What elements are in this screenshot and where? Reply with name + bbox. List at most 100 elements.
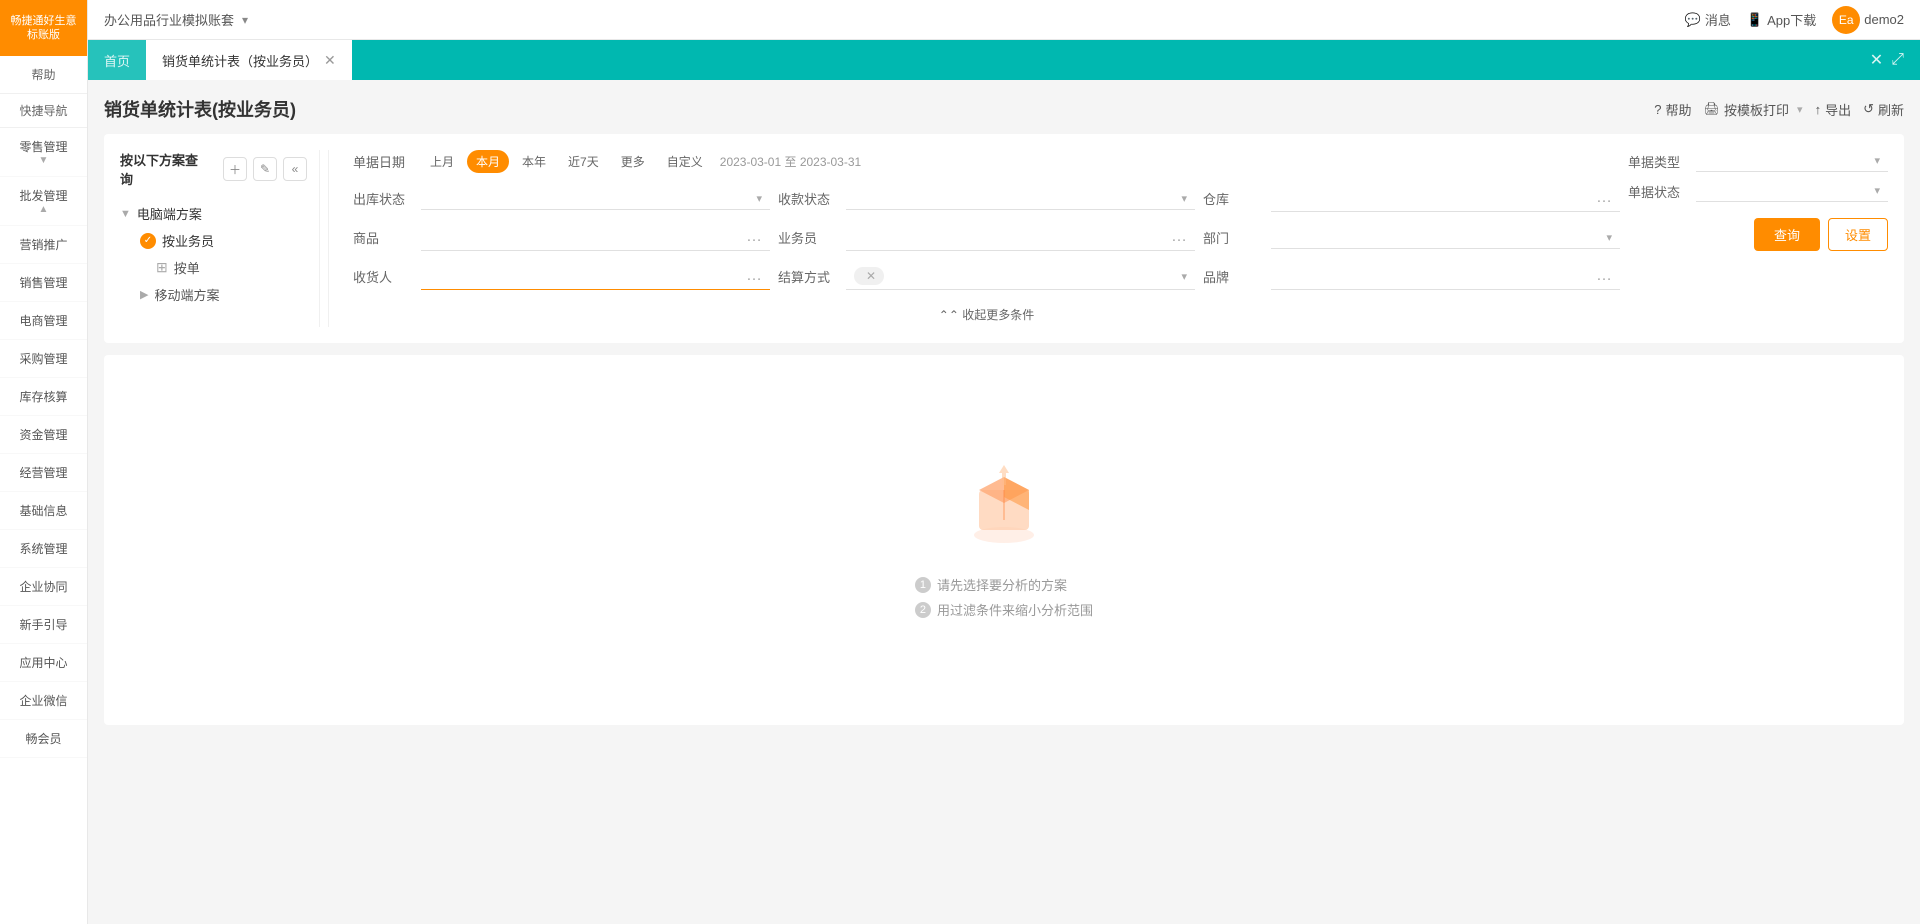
consignee-dots-icon[interactable]: … (746, 267, 762, 285)
filter-settlement: 结算方式 ✕ ▾ (778, 263, 1195, 290)
tree-desktop[interactable]: ▼ 电脑端方案 (120, 200, 307, 227)
sidebar-item-vip[interactable]: 畅会员 (0, 720, 87, 758)
collapse-row: ⌃⌃ 收起更多条件 (353, 302, 1620, 327)
filter-out-status: 出库状态 ▾ (353, 188, 770, 210)
collapse-label: 收起更多条件 (962, 308, 1034, 322)
doc-status-control[interactable]: ▾ (1696, 180, 1888, 202)
sidebar-item-wholesale[interactable]: 批发管理 ▲ (0, 177, 87, 226)
date-btn-this-year[interactable]: 本年 (513, 150, 555, 173)
industry-label: 办公用品行业模拟账套 (104, 10, 234, 29)
tab-sales-stat[interactable]: 销货单统计表（按业务员） ✕ (146, 40, 352, 80)
vip-label: 畅会员 (0, 730, 87, 747)
sidebar-logo[interactable]: 畅捷通好生意 标账版 (0, 0, 88, 56)
tree-by-salesperson[interactable]: ✓ 按业务员 (120, 227, 307, 254)
warehouse-dots-icon[interactable]: … (1596, 189, 1612, 207)
collection-status-label: 收款状态 (778, 189, 838, 208)
message-btn[interactable]: 💬 消息 (1685, 10, 1731, 29)
sidebar-item-retail[interactable]: 零售管理 ▼ (0, 128, 87, 177)
sidebar-item-purchase[interactable]: 采购管理 (0, 340, 87, 378)
tree-mobile[interactable]: ▶ 移动端方案 (120, 281, 307, 308)
sidebar-item-sales[interactable]: 销售管理 (0, 264, 87, 302)
app-download-btn[interactable]: 📱 App下载 (1747, 10, 1816, 29)
date-btn-last-month[interactable]: 上月 (421, 150, 463, 173)
goods-control[interactable]: … (421, 224, 770, 251)
doc-type-label: 单据类型 (1628, 152, 1688, 171)
date-btn-7days[interactable]: 近7天 (559, 150, 608, 173)
sidebar-item-appcenter[interactable]: 应用中心 (0, 644, 87, 682)
warehouse-control[interactable]: … (1271, 185, 1620, 212)
goods-dots-icon[interactable]: … (746, 228, 762, 246)
sidebar: 畅捷通好生意 标账版 帮助 快捷导航 零售管理 ▼ 批发管理 ▲ 营销推广 销售… (0, 0, 88, 924)
sidebar-item-corpwechat[interactable]: 企业微信 (0, 682, 87, 720)
tree-by-order[interactable]: ⊞ 按单 (120, 254, 307, 281)
retail-arrow: ▼ (0, 155, 87, 166)
brand-label: 品牌 (1203, 267, 1263, 286)
filter-row-3: 商品 … 业务员 (353, 224, 1620, 251)
sidebar-item-marketing[interactable]: 营销推广 (0, 226, 87, 264)
edit-solution-btn[interactable]: ✎ (253, 157, 277, 181)
page-content: 销货单统计表(按业务员) ? 帮助 🖨 按模板打印 ▾ ↑ 导出 ↺ 刷新 (88, 80, 1920, 924)
brand-control[interactable]: … (1271, 263, 1620, 290)
page-actions: ? 帮助 🖨 按模板打印 ▾ ↑ 导出 ↺ 刷新 (1654, 100, 1904, 119)
filter-row-2: 出库状态 ▾ 收款状态 (353, 185, 1620, 212)
salesperson-dot: ✓ (140, 233, 156, 249)
sidebar-item-finance[interactable]: 资金管理 (0, 416, 87, 454)
industry-dropdown-icon[interactable]: ▾ (242, 13, 248, 27)
collection-status-control[interactable]: ▾ (846, 188, 1195, 210)
help-btn[interactable]: ? 帮助 (1654, 100, 1691, 119)
salesperson-control[interactable]: … (846, 224, 1195, 251)
tab-close-window-icon[interactable]: ✕ (1870, 50, 1883, 70)
base-label: 基础信息 (0, 502, 87, 519)
help-icon: ? (1654, 102, 1661, 117)
department-control[interactable]: ▾ (1271, 227, 1620, 249)
doc-type-control[interactable]: ▾ (1696, 150, 1888, 172)
doc-status-chevron: ▾ (1874, 184, 1880, 197)
settings-btn[interactable]: 设置 (1828, 218, 1888, 251)
sidebar-quick-nav[interactable]: 快捷导航 (0, 94, 87, 128)
sidebar-item-system[interactable]: 系统管理 (0, 530, 87, 568)
inventory-label: 库存核算 (0, 388, 87, 405)
tab-close-icon[interactable]: ✕ (324, 52, 336, 69)
tip2-num: 2 (915, 602, 931, 618)
tab-expand-icon[interactable]: ⤢ (1891, 51, 1904, 69)
out-status-control[interactable]: ▾ (421, 188, 770, 210)
settlement-clear-icon[interactable]: ✕ (866, 269, 876, 283)
sidebar-item-enterprise[interactable]: 企业协同 (0, 568, 87, 606)
export-btn[interactable]: ↑ 导出 (1815, 100, 1852, 119)
sidebar-item-newguide[interactable]: 新手引导 (0, 606, 87, 644)
goods-label: 商品 (353, 228, 413, 247)
newguide-label: 新手引导 (0, 616, 87, 633)
user-info[interactable]: Ea demo2 (1832, 6, 1904, 34)
department-chevron: ▾ (1606, 231, 1612, 244)
salesperson-label: 业务员 (778, 228, 838, 247)
sidebar-search[interactable]: 帮助 (0, 56, 87, 94)
add-solution-btn[interactable]: ＋ (223, 157, 247, 181)
export-label: 导出 (1825, 100, 1851, 119)
tree-mobile-expand-icon: ▶ (140, 288, 148, 301)
query-btn[interactable]: 查询 (1754, 218, 1820, 251)
sidebar-item-inventory[interactable]: 库存核算 (0, 378, 87, 416)
collapse-solution-btn[interactable]: « (283, 157, 307, 181)
refresh-btn[interactable]: ↺ 刷新 (1863, 100, 1904, 119)
sidebar-item-base[interactable]: 基础信息 (0, 492, 87, 530)
empty-state: 1 请先选择要分析的方案 2 用过滤条件来缩小分析范围 (104, 395, 1904, 685)
sidebar-item-ecommerce[interactable]: 电商管理 (0, 302, 87, 340)
date-btn-more[interactable]: 更多 (612, 150, 654, 173)
filter-date: 单据日期 上月 本月 本年 近7天 更多 自定义 2023-03-01 至 20… (353, 150, 1620, 173)
consignee-control[interactable]: … (421, 263, 770, 290)
salesperson-dots-icon[interactable]: … (1171, 228, 1187, 246)
tab-home[interactable]: 首页 (88, 40, 146, 80)
settlement-control[interactable]: ✕ ▾ (846, 263, 1195, 290)
brand-dots-icon[interactable]: … (1596, 267, 1612, 285)
date-btn-this-month[interactable]: 本月 (467, 150, 509, 173)
department-label: 部门 (1203, 228, 1263, 247)
template-print-btn[interactable]: 🖨 按模板打印 ▾ (1704, 100, 1803, 119)
collapse-btn[interactable]: ⌃⌃ 收起更多条件 (939, 306, 1034, 323)
collection-chevron: ▾ (1181, 192, 1187, 205)
message-label: 消息 (1705, 10, 1731, 29)
date-btn-custom[interactable]: 自定义 (658, 150, 712, 173)
wholesale-label: 批发管理 (0, 187, 87, 204)
sidebar-item-ops[interactable]: 经营管理 (0, 454, 87, 492)
main-area: 办公用品行业模拟账套 ▾ 💬 消息 📱 App下载 Ea demo2 首页 销货… (88, 0, 1920, 924)
tip1-num: 1 (915, 577, 931, 593)
